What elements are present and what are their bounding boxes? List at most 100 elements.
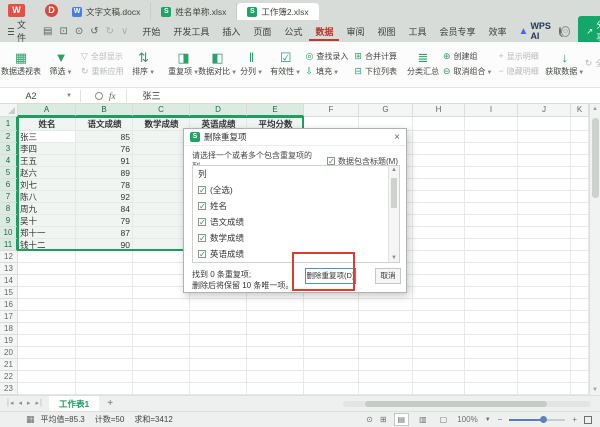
search-icon[interactable] [95, 91, 103, 100]
vertical-scrollbar[interactable]: ▲ ▼ [589, 104, 600, 395]
menu-item-7[interactable]: 审阅 [340, 22, 370, 41]
ribbon-button-validation[interactable]: ☑ 有效性▼ [269, 50, 303, 78]
doc-tab-3-active[interactable]: S 工作簿2.xlsx [237, 3, 319, 20]
horizontal-scrollbar[interactable] [343, 401, 591, 407]
row-header-21[interactable]: 21 [0, 359, 18, 371]
ribbon-button-clear-filter[interactable]: ▽ 全部显示 [81, 51, 124, 62]
columns-listbox[interactable]: 列 ✓ (全选) ✓ 姓名 ✓ 语文成绩 ✓ 数学成绩 ✓ 英语成绩 ▲ ▼ [192, 165, 400, 263]
save-icon[interactable]: ▤ [43, 26, 52, 37]
sheet-tab-active[interactable]: 工作表1 [49, 395, 100, 412]
insert-function-icon[interactable]: fx [109, 91, 116, 101]
ribbon-button-duplicates[interactable]: ◨ 重复项▼ [167, 50, 201, 78]
menu-item-1[interactable]: 开始 [136, 22, 166, 41]
zoom-in-icon[interactable]: + [572, 415, 577, 424]
next-sheet-icon[interactable]: ▸ [27, 399, 31, 408]
checkbox-checked-icon[interactable]: ✓ [198, 202, 206, 211]
cell-B3[interactable]: 76 [76, 143, 133, 155]
header-cell-B1[interactable]: 语文成绩 [76, 117, 133, 131]
column-header-J[interactable]: J [518, 104, 571, 117]
horizontal-scroll-thumb[interactable] [365, 401, 547, 407]
ribbon-button-get-data[interactable]: ↓ 获取数据▼ [545, 50, 584, 78]
row-header-13[interactable]: 13 [0, 263, 18, 275]
column-header-I[interactable]: I [465, 104, 518, 117]
cell-A3[interactable]: 李四 [18, 143, 76, 155]
menu-item-10[interactable]: 会员专享 [434, 22, 482, 41]
fit-screen-icon[interactable] [584, 415, 592, 424]
normal-view-icon[interactable]: ▤ [393, 413, 410, 426]
vertical-scroll-thumb[interactable] [592, 118, 599, 198]
column-header-C[interactable]: C [133, 104, 190, 117]
cell-A6[interactable]: 刘七 [18, 179, 76, 191]
row-header-7[interactable]: 7 [0, 191, 18, 203]
checkbox-checked-icon[interactable]: ✓ [198, 234, 206, 243]
row-header-8[interactable]: 8 [0, 203, 18, 215]
column-list-item-5[interactable]: ✓ 英语成绩 [193, 246, 399, 262]
row-header-5[interactable]: 5 [0, 167, 18, 179]
cell-A11[interactable]: 钱十二 [18, 239, 76, 251]
row-header-14[interactable]: 14 [0, 275, 18, 287]
layout-grid-icon[interactable]: ⊞ [380, 415, 387, 424]
macro-record-icon[interactable]: ▦ [26, 414, 35, 425]
cell-A2[interactable]: 张三 [18, 131, 76, 143]
chevron-down-icon[interactable]: ∨ [121, 26, 128, 37]
column-list-item-4[interactable]: ✓ 数学成绩 [193, 230, 399, 246]
ribbon-button-fill[interactable]: ⇩ 填充▼ [306, 66, 349, 77]
header-cell-C1[interactable]: 数学成绩 [133, 117, 190, 131]
name-box-dropdown-icon[interactable]: ▼ [62, 93, 76, 99]
prev-sheet-icon[interactable]: ◂ [18, 399, 22, 408]
menu-item-6[interactable]: 数据 [309, 22, 340, 41]
doc-tab-2[interactable]: S 姓名单称.xlsx [151, 3, 238, 20]
cell-A8[interactable]: 周九 [18, 203, 76, 215]
ribbon-button-subtotal[interactable]: ≣ 分类汇总 [406, 50, 440, 78]
user-avatar-icon[interactable]: ☺ [560, 25, 571, 37]
cell-A7[interactable]: 陈八 [18, 191, 76, 203]
column-header-K[interactable]: K [571, 104, 589, 117]
column-header-A[interactable]: A [18, 104, 76, 117]
ribbon-button-reapply-filter[interactable]: ↻ 重新应用 [81, 66, 124, 77]
ribbon-button-sort[interactable]: ⇅ 排序▼ [127, 50, 161, 78]
row-header-3[interactable]: 3 [0, 143, 18, 155]
ribbon-button-pivot-table[interactable]: ▦ 数据透视表 [1, 50, 41, 78]
menu-item-9[interactable]: 工具 [402, 22, 432, 41]
cell-B8[interactable]: 84 [76, 203, 133, 215]
scroll-up-icon[interactable]: ▲ [389, 167, 399, 173]
menu-item-4[interactable]: 页面 [247, 22, 277, 41]
column-header-H[interactable]: H [413, 104, 465, 117]
last-sheet-icon[interactable]: ▸⏐ [36, 399, 43, 408]
search-icon[interactable] [558, 27, 561, 35]
row-header-22[interactable]: 22 [0, 371, 18, 383]
listbox-scroll-thumb[interactable] [391, 178, 397, 208]
redo-icon[interactable]: ↻ [106, 26, 114, 37]
print-icon[interactable]: ⊡ [59, 26, 67, 37]
listbox-scrollbar[interactable]: ▲ ▼ [388, 166, 399, 262]
ribbon-button-ungroup[interactable]: ⊖ 取消组合▼ [443, 66, 493, 77]
eye-protect-icon[interactable]: ⊙ [366, 415, 373, 424]
zoom-out-icon[interactable]: − [498, 415, 503, 424]
cell-B10[interactable]: 87 [76, 227, 133, 239]
ribbon-button-data-compare[interactable]: ◧ 数据对比▼ [198, 50, 237, 78]
cell-B7[interactable]: 92 [76, 191, 133, 203]
cancel-button[interactable]: 取消 [375, 268, 401, 284]
row-header-23[interactable]: 23 [0, 383, 18, 395]
full-screen-view-icon[interactable]: ▢ [437, 414, 451, 425]
zoom-slider[interactable] [509, 415, 566, 423]
ribbon-button-refresh-all[interactable]: ↻全部刷新 [585, 58, 600, 69]
preview-icon[interactable]: ⊙ [75, 26, 83, 37]
add-sheet-button[interactable]: + [107, 398, 113, 409]
column-list-item-3[interactable]: ✓ 语文成绩 [193, 214, 399, 230]
formula-content[interactable]: 张三 [143, 89, 161, 102]
ribbon-button-dropdown-list[interactable]: ⊟ 下拉列表 [354, 66, 397, 77]
row-header-6[interactable]: 6 [0, 179, 18, 191]
column-header-B[interactable]: B [76, 104, 133, 117]
name-box[interactable]: A2 [0, 91, 62, 101]
cell-A10[interactable]: 郑十一 [18, 227, 76, 239]
checkbox-checked-icon[interactable]: ✓ [198, 186, 206, 195]
select-all-corner[interactable] [0, 104, 18, 117]
row-header-9[interactable]: 9 [0, 215, 18, 227]
row-header-10[interactable]: 10 [0, 227, 18, 239]
row-header-19[interactable]: 19 [0, 335, 18, 347]
column-list-item-2[interactable]: ✓ 姓名 [193, 198, 399, 214]
doc-tab-1[interactable]: W 文字文稿.docx [62, 3, 152, 20]
cell-A5[interactable]: 赵六 [18, 167, 76, 179]
cell-B4[interactable]: 91 [76, 155, 133, 167]
